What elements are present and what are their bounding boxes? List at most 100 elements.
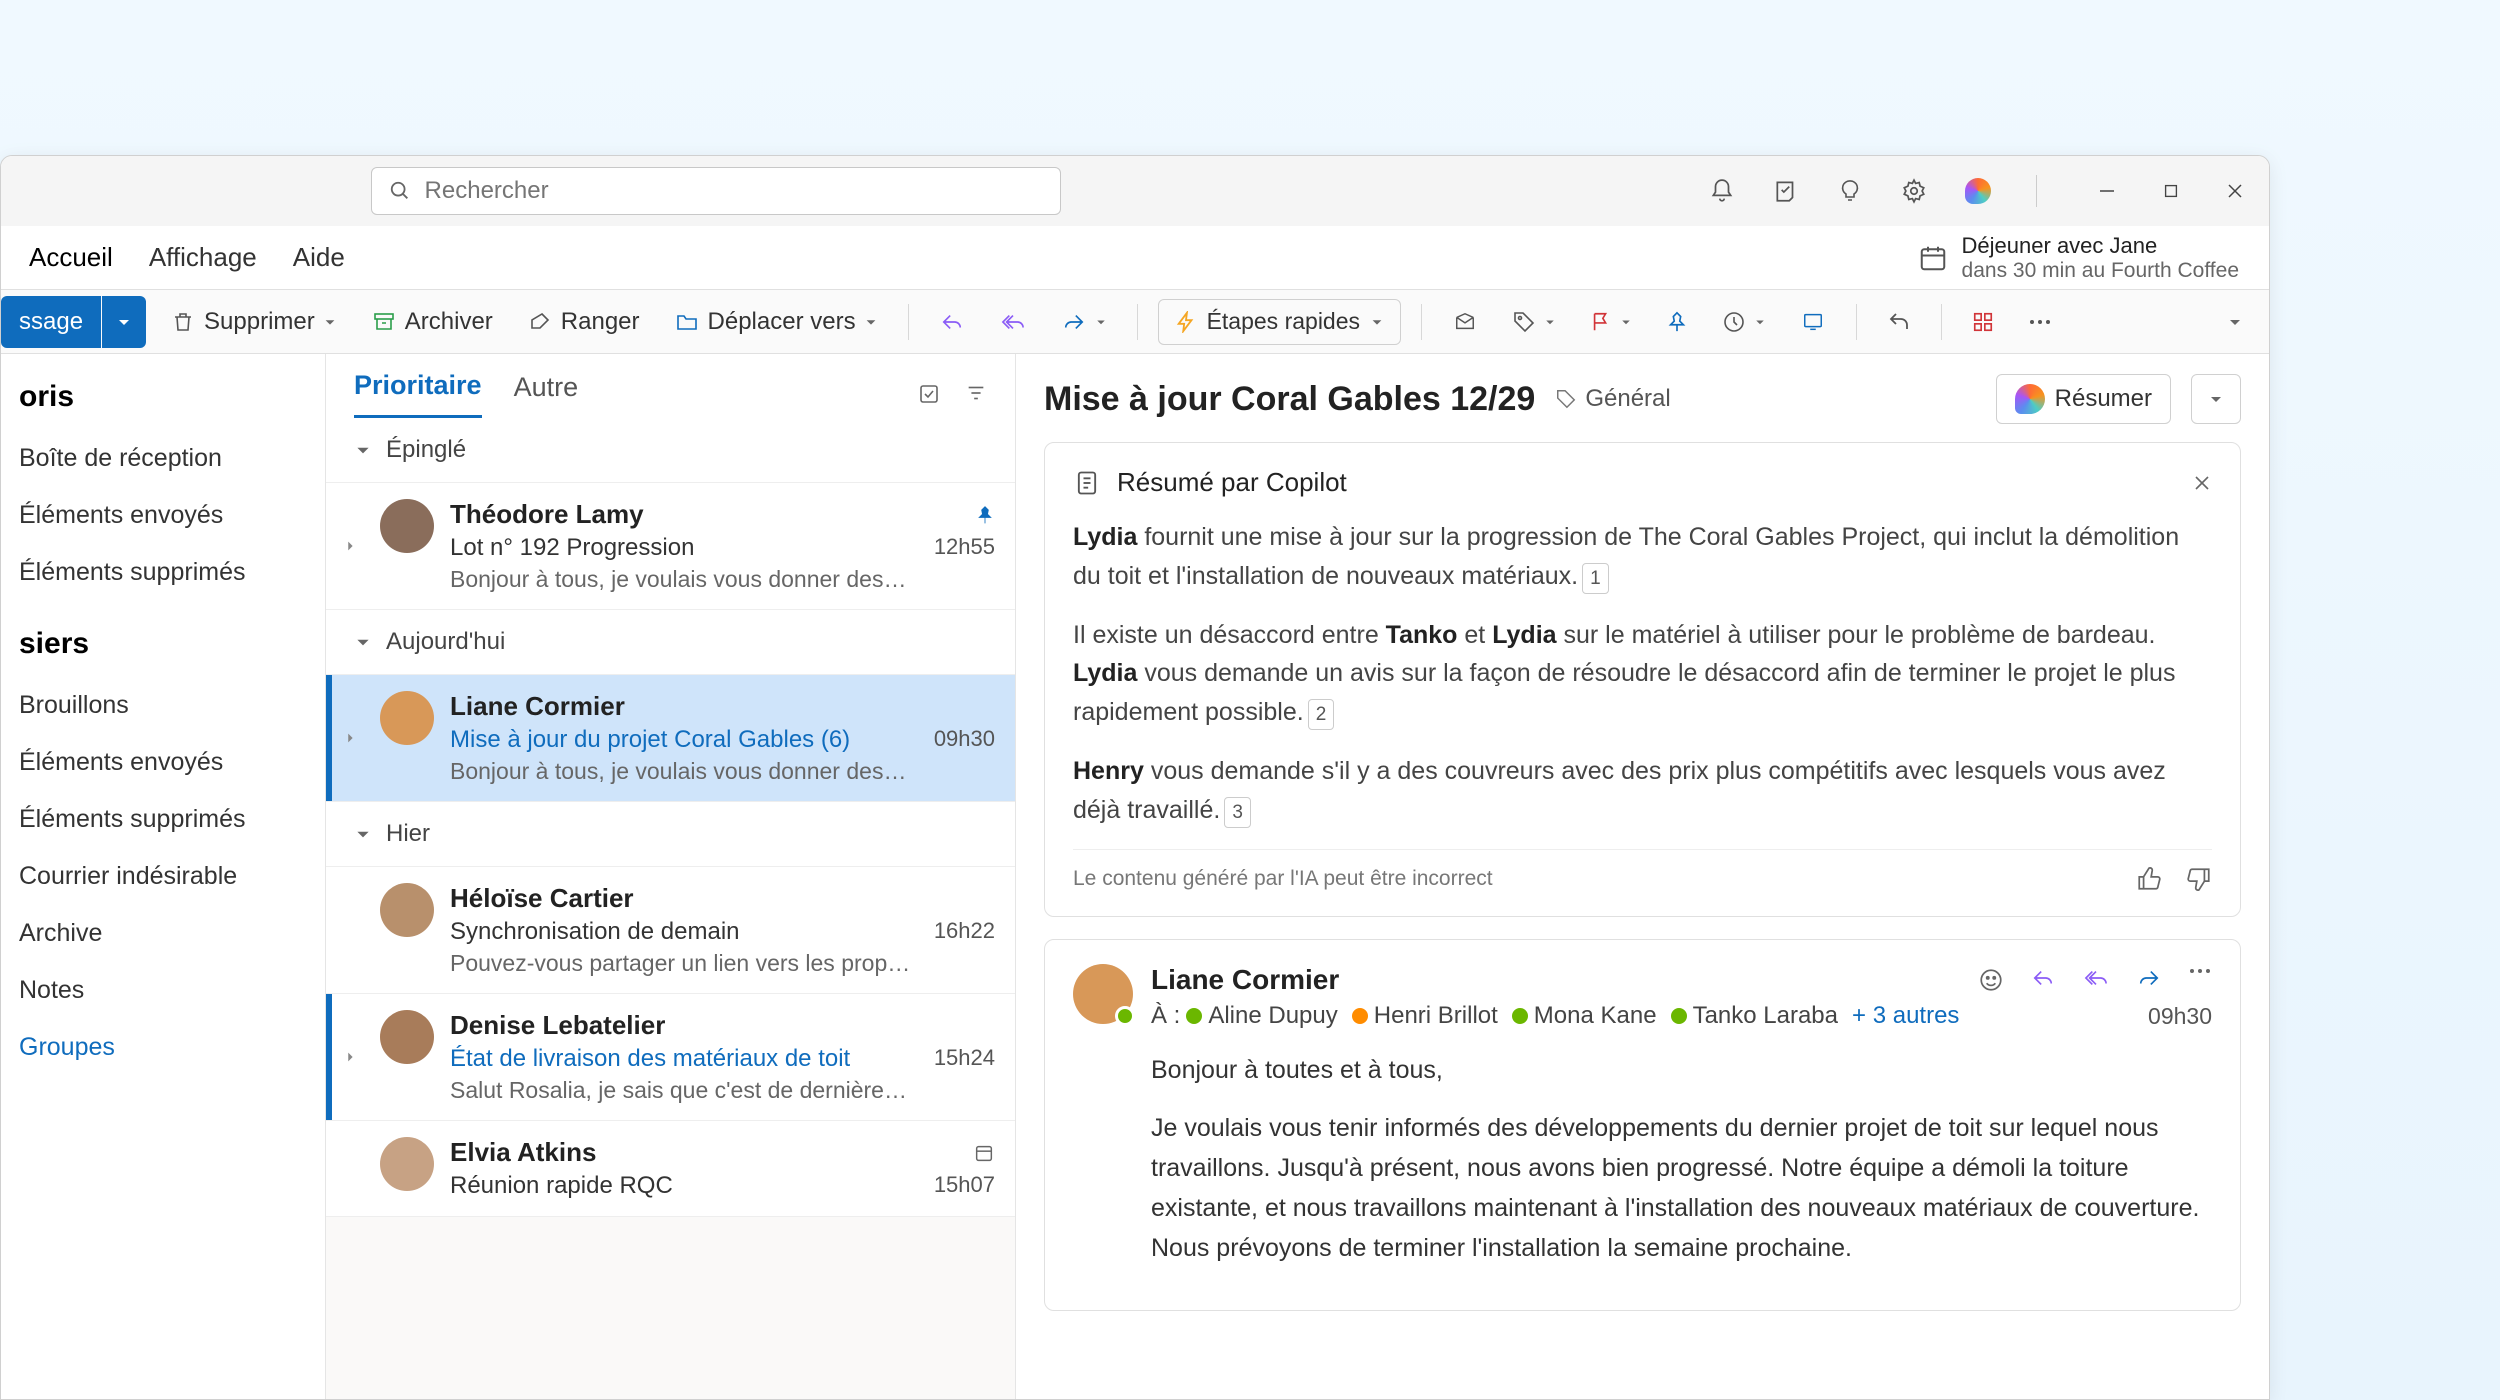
- more-icon[interactable]: [2188, 967, 2212, 993]
- calendar-reminder[interactable]: Déjeuner avec Jane dans 30 min au Fourth…: [1918, 233, 2259, 283]
- forward-button[interactable]: [1051, 305, 1117, 339]
- forward-icon[interactable]: [2136, 967, 2162, 993]
- nav-inbox[interactable]: Boîte de réception: [1, 430, 325, 487]
- message-item[interactable]: Elvia Atkins Réunion rapide RQC15h07: [326, 1121, 1015, 1217]
- more-recipients[interactable]: + 3 autres: [1852, 1002, 1959, 1030]
- copilot-summary-card: Résumé par Copilot Lydia fournit une mis…: [1044, 442, 2241, 917]
- summarize-button[interactable]: Résumer: [1996, 374, 2171, 424]
- section-today[interactable]: Aujourd'hui: [326, 610, 1015, 675]
- nav-sent2[interactable]: Éléments envoyés: [1, 734, 325, 791]
- new-message-button[interactable]: ssage: [1, 296, 101, 348]
- search-box[interactable]: [371, 167, 1061, 215]
- nav-drafts[interactable]: Brouillons: [1, 677, 325, 734]
- tab-focused[interactable]: Prioritaire: [354, 370, 482, 418]
- menu-home[interactable]: Accueil: [11, 234, 131, 281]
- minimize-button[interactable]: [2093, 177, 2121, 205]
- nav-notes[interactable]: Notes: [1, 962, 325, 1019]
- section-yesterday[interactable]: Hier: [326, 802, 1015, 867]
- tips-icon[interactable]: [1836, 177, 1864, 205]
- recipient[interactable]: Tanko Laraba: [1671, 1002, 1838, 1030]
- reply-all-icon[interactable]: [2082, 967, 2110, 993]
- tab-other[interactable]: Autre: [514, 372, 579, 417]
- trash-icon: [170, 309, 196, 335]
- recipient[interactable]: Henri Brillot: [1352, 1002, 1498, 1030]
- close-button[interactable]: [2221, 177, 2249, 205]
- reminder-subtitle: dans 30 min au Fourth Coffee: [1962, 259, 2239, 283]
- expand-icon[interactable]: [336, 691, 364, 785]
- settings-icon[interactable]: [1900, 177, 1928, 205]
- nav-groups[interactable]: Groupes: [1, 1019, 325, 1076]
- pin-icon: [975, 504, 995, 526]
- new-message-dropdown[interactable]: [102, 296, 146, 348]
- read-unread-button[interactable]: [1442, 305, 1488, 339]
- category-badge[interactable]: Général: [1555, 385, 1670, 413]
- avatar: [380, 1010, 434, 1064]
- message-item[interactable]: Théodore Lamy Lot n° 192 Progression12h5…: [326, 483, 1015, 610]
- sender-avatar[interactable]: [1073, 964, 1133, 1024]
- folder-nav: oris Boîte de réception Éléments envoyés…: [1, 354, 326, 1399]
- thumbs-up-icon[interactable]: [2136, 866, 2162, 892]
- copilot-icon[interactable]: [1964, 177, 1992, 205]
- expand-icon[interactable]: [336, 499, 364, 593]
- nav-sent[interactable]: Éléments envoyés: [1, 487, 325, 544]
- menu-help[interactable]: Aide: [275, 234, 363, 281]
- collapse-ribbon-button[interactable]: [2217, 308, 2253, 336]
- reply-icon[interactable]: [2030, 967, 2056, 993]
- flag-button[interactable]: [1580, 304, 1642, 340]
- sweep-button[interactable]: Ranger: [517, 302, 650, 342]
- nav-archive[interactable]: Archive: [1, 905, 325, 962]
- react-icon[interactable]: [1978, 967, 2004, 993]
- sender-name[interactable]: Liane Cormier: [1151, 964, 1339, 996]
- reply-button[interactable]: [929, 305, 975, 339]
- mail-body: Bonjour à toutes et à tous, Je voulais v…: [1151, 1050, 2212, 1268]
- message-list: Prioritaire Autre Épinglé Théodore Lamy …: [326, 354, 1016, 1399]
- recipient[interactable]: Mona Kane: [1512, 1002, 1657, 1030]
- menubar: Accueil Affichage Aide Déjeuner avec Jan…: [1, 226, 2269, 290]
- reminder-title: Déjeuner avec Jane: [1962, 233, 2239, 259]
- filter-icon[interactable]: [965, 382, 987, 406]
- favorites-header[interactable]: oris: [1, 374, 325, 430]
- calendar-badge-icon: [973, 1142, 995, 1164]
- calendar-icon: [1918, 243, 1948, 273]
- nav-deleted2[interactable]: Éléments supprimés: [1, 791, 325, 848]
- more-button[interactable]: [2018, 312, 2062, 332]
- tasks-icon[interactable]: [1772, 177, 1800, 205]
- sweep-icon: [527, 309, 553, 335]
- apps-button[interactable]: [1962, 305, 2004, 339]
- snooze-button[interactable]: [1712, 304, 1776, 340]
- nav-junk[interactable]: Courrier indésirable: [1, 848, 325, 905]
- archive-icon: [371, 309, 397, 335]
- reading-pane: Mise à jour Coral Gables 12/29 Général R…: [1016, 354, 2269, 1399]
- message-item[interactable]: Denise Lebatelier État de livraison des …: [326, 994, 1015, 1121]
- move-button[interactable]: Déplacer vers: [664, 302, 888, 342]
- search-icon: [388, 178, 413, 204]
- quick-steps-button[interactable]: Étapes rapides: [1158, 299, 1401, 345]
- mail-timestamp: 09h30: [2148, 1003, 2212, 1030]
- tag-button[interactable]: [1502, 304, 1566, 340]
- message-item[interactable]: Liane Cormier Mise à jour du projet Cora…: [326, 675, 1015, 802]
- delete-button[interactable]: Supprimer: [160, 302, 347, 342]
- nav-deleted[interactable]: Éléments supprimés: [1, 544, 325, 601]
- copilot-summary-title: Résumé par Copilot: [1117, 467, 1347, 498]
- pin-button[interactable]: [1656, 304, 1698, 340]
- select-mode-icon[interactable]: [917, 382, 941, 406]
- close-icon[interactable]: [2192, 473, 2212, 493]
- recipient[interactable]: Aline Dupuy: [1186, 1002, 1337, 1030]
- thumbs-down-icon[interactable]: [2186, 866, 2212, 892]
- archive-button[interactable]: Archiver: [361, 302, 503, 342]
- notifications-icon[interactable]: [1708, 177, 1736, 205]
- message-item[interactable]: Héloïse Cartier Synchronisation de demai…: [326, 867, 1015, 994]
- reply-all-button[interactable]: [989, 305, 1037, 339]
- section-pinned[interactable]: Épinglé: [326, 418, 1015, 483]
- search-input[interactable]: [425, 177, 1044, 205]
- menu-view[interactable]: Affichage: [131, 234, 275, 281]
- folders-header[interactable]: siers: [1, 621, 325, 677]
- copilot-icon: [2015, 384, 2045, 414]
- mail-subject: Mise à jour Coral Gables 12/29: [1044, 380, 1535, 419]
- expand-icon[interactable]: [336, 1010, 364, 1104]
- presence-indicator: [1115, 1006, 1135, 1026]
- undo-button[interactable]: [1877, 304, 1921, 340]
- reader-options-dropdown[interactable]: [2191, 374, 2241, 424]
- screen-button[interactable]: [1790, 305, 1836, 339]
- maximize-button[interactable]: [2157, 177, 2185, 205]
